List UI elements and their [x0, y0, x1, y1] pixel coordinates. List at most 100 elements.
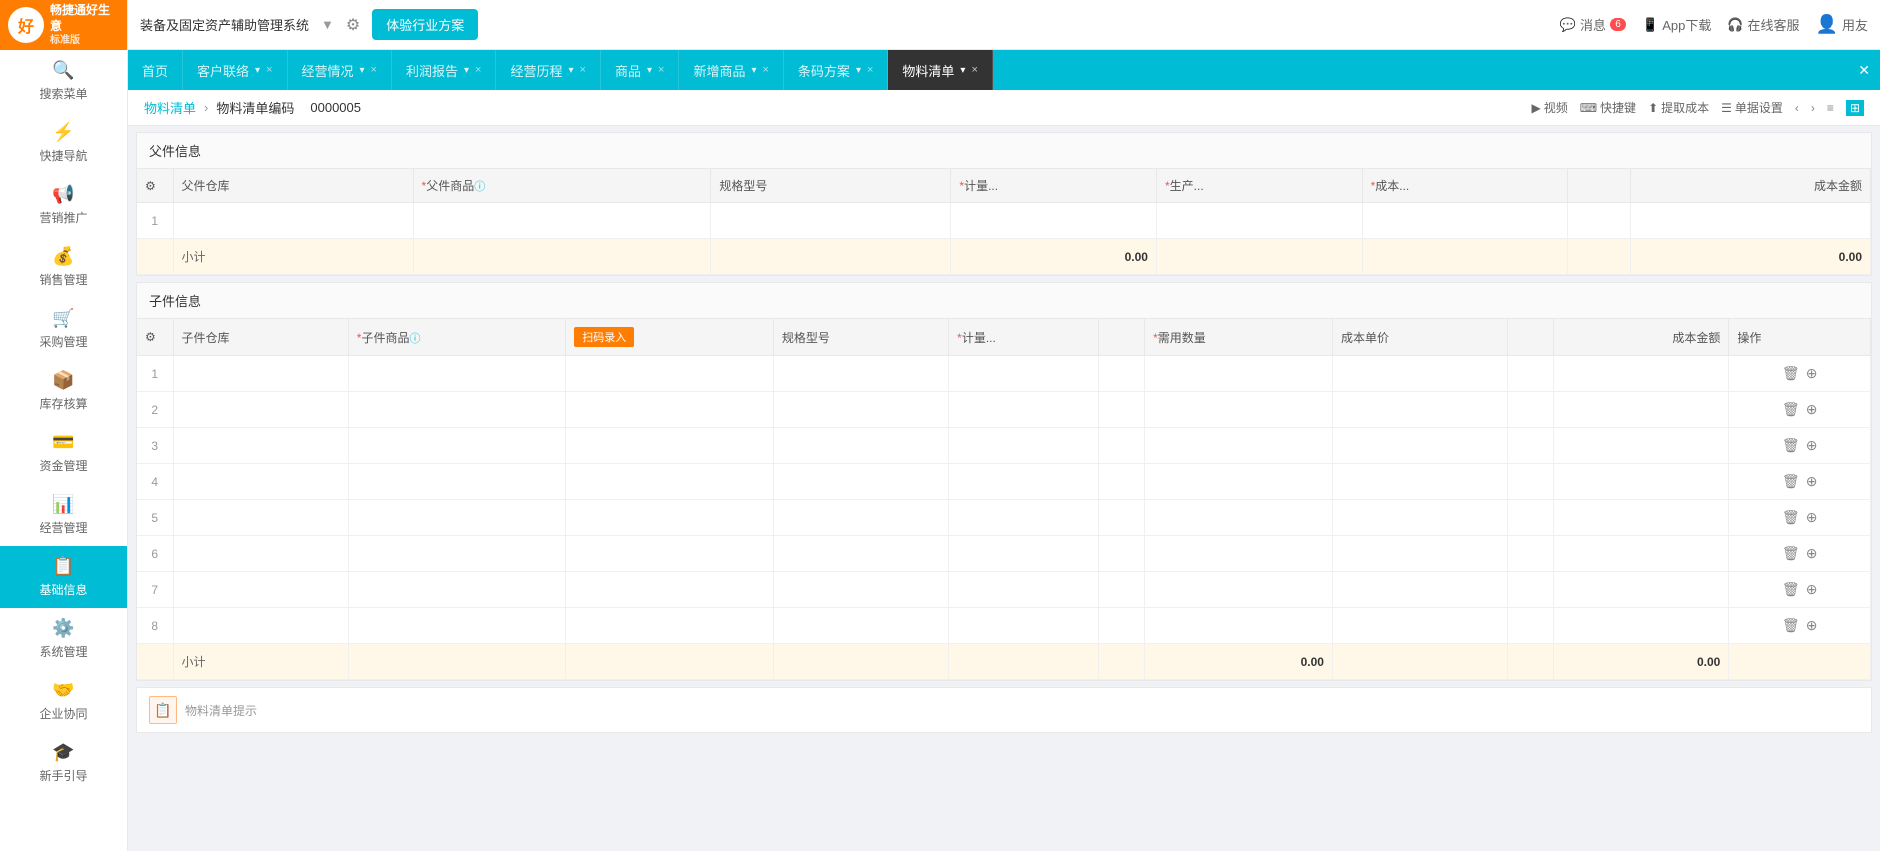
navtab-arrow-2[interactable]: ▾	[360, 65, 365, 76]
child-warehouse-1[interactable]	[173, 356, 348, 392]
child-qty-2[interactable]	[1145, 392, 1333, 428]
child-unit-8[interactable]	[949, 608, 1099, 644]
scan-button[interactable]: 扫码录入	[574, 327, 634, 347]
delete-icon-8[interactable]: 🗑	[1782, 617, 1800, 634]
navtab-5[interactable]: 商品▾×	[601, 50, 679, 90]
child-product-6[interactable]	[348, 536, 566, 572]
child-spec-1[interactable]	[773, 356, 948, 392]
child-qty-7[interactable]	[1145, 572, 1333, 608]
parent-unit-1[interactable]	[951, 203, 1157, 239]
parent-spec-1[interactable]	[711, 203, 951, 239]
navtab-close-1[interactable]: ×	[266, 64, 272, 76]
single-settings-btn[interactable]: ☰ 单据设置	[1721, 99, 1783, 116]
navtab-4[interactable]: 经营历程▾×	[496, 50, 600, 90]
navtab-close-3[interactable]: ×	[475, 64, 481, 76]
child-unit-2[interactable]	[949, 392, 1099, 428]
sidebar-item-10[interactable]: 🤝企业协同	[0, 670, 127, 732]
child-spec-3[interactable]	[773, 428, 948, 464]
child-product-7[interactable]	[348, 572, 566, 608]
close-all-tabs[interactable]: ✕	[1848, 50, 1880, 90]
navtab-close-6[interactable]: ×	[762, 64, 768, 76]
child-warehouse-7[interactable]	[173, 572, 348, 608]
child-ucost-5[interactable]	[1332, 500, 1507, 536]
navtab-1[interactable]: 客户联络▾×	[183, 50, 287, 90]
navtab-arrow-3[interactable]: ▾	[464, 65, 469, 76]
child-ucost-8[interactable]	[1332, 608, 1507, 644]
child-qty-8[interactable]	[1145, 608, 1333, 644]
breadcrumb-parent[interactable]: 物料清单	[144, 98, 196, 117]
child-product-2[interactable]	[348, 392, 566, 428]
try-button[interactable]: 体验行业方案	[372, 9, 478, 40]
navtab-arrow-7[interactable]: ▾	[856, 65, 861, 76]
child-spec-7[interactable]	[773, 572, 948, 608]
child-qty-3[interactable]	[1145, 428, 1333, 464]
child-product-4[interactable]	[348, 464, 566, 500]
navtab-close-7[interactable]: ×	[867, 64, 873, 76]
user-action[interactable]: 👤 用友	[1816, 14, 1868, 35]
child-spec-6[interactable]	[773, 536, 948, 572]
child-warehouse-2[interactable]	[173, 392, 348, 428]
navtab-2[interactable]: 经营情况▾×	[288, 50, 392, 90]
delete-icon-6[interactable]: 🗑	[1782, 545, 1800, 562]
delete-icon-4[interactable]: 🗑	[1782, 473, 1800, 490]
video-btn[interactable]: ▶ 视频	[1531, 99, 1567, 116]
sidebar-item-4[interactable]: 🛒采购管理	[0, 298, 127, 360]
delete-icon-3[interactable]: 🗑	[1782, 437, 1800, 454]
navtab-close-5[interactable]: ×	[658, 64, 664, 76]
copy-icon-6[interactable]: ⊕	[1806, 545, 1818, 562]
child-unit-4[interactable]	[949, 464, 1099, 500]
child-qty-4[interactable]	[1145, 464, 1333, 500]
child-ucost-1[interactable]	[1332, 356, 1507, 392]
sidebar-item-11[interactable]: 🎓新手引导	[0, 732, 127, 794]
th-settings[interactable]: ⚙	[137, 169, 173, 203]
copy-icon-5[interactable]: ⊕	[1806, 509, 1818, 526]
dropdown-icon[interactable]: ▼	[321, 17, 334, 32]
sidebar-item-5[interactable]: 📦库存核算	[0, 360, 127, 422]
sidebar-item-3[interactable]: 💰销售管理	[0, 236, 127, 298]
child-product-3[interactable]	[348, 428, 566, 464]
child-unit-1[interactable]	[949, 356, 1099, 392]
child-product-5[interactable]	[348, 500, 566, 536]
child-ucost-3[interactable]	[1332, 428, 1507, 464]
shortcut-btn[interactable]: ⌨ 快捷键	[1580, 99, 1636, 116]
copy-icon-1[interactable]: ⊕	[1806, 365, 1818, 382]
parent-produce-1[interactable]	[1156, 203, 1362, 239]
child-warehouse-6[interactable]	[173, 536, 348, 572]
child-spec-8[interactable]	[773, 608, 948, 644]
child-qty-1[interactable]	[1145, 356, 1333, 392]
child-unit-3[interactable]	[949, 428, 1099, 464]
child-warehouse-8[interactable]	[173, 608, 348, 644]
message-action[interactable]: 💬 消息 6	[1560, 15, 1626, 34]
parent-warehouse-1[interactable]	[173, 203, 413, 239]
child-product-8[interactable]	[348, 608, 566, 644]
sidebar-item-0[interactable]: 🔍搜索菜单	[0, 50, 127, 112]
navtab-close-8[interactable]: ×	[971, 64, 977, 76]
sidebar-item-7[interactable]: 📊经营管理	[0, 484, 127, 546]
delete-icon-7[interactable]: 🗑	[1782, 581, 1800, 598]
copy-icon-7[interactable]: ⊕	[1806, 581, 1818, 598]
child-qty-5[interactable]	[1145, 500, 1333, 536]
navtab-7[interactable]: 条码方案▾×	[784, 50, 888, 90]
delete-icon-2[interactable]: 🗑	[1782, 401, 1800, 418]
navtab-3[interactable]: 利润报告▾×	[392, 50, 496, 90]
child-qty-6[interactable]	[1145, 536, 1333, 572]
navtab-6[interactable]: 新增商品▾×	[679, 50, 783, 90]
sidebar-item-9[interactable]: ⚙️系统管理	[0, 608, 127, 670]
navtab-close-2[interactable]: ×	[371, 64, 377, 76]
child-spec-5[interactable]	[773, 500, 948, 536]
child-unit-5[interactable]	[949, 500, 1099, 536]
parent-product-1[interactable]	[413, 203, 711, 239]
child-spec-2[interactable]	[773, 392, 948, 428]
child-warehouse-5[interactable]	[173, 500, 348, 536]
child-warehouse-3[interactable]	[173, 428, 348, 464]
extract-cost-btn[interactable]: ⬆ 提取成本	[1648, 99, 1709, 116]
nav-list[interactable]: ≡	[1827, 101, 1834, 115]
bottom-icon[interactable]: 📋	[149, 696, 177, 724]
navtab-arrow-8[interactable]: ▾	[960, 65, 965, 76]
copy-icon-2[interactable]: ⊕	[1806, 401, 1818, 418]
delete-icon-1[interactable]: 🗑	[1782, 365, 1800, 382]
copy-icon-8[interactable]: ⊕	[1806, 617, 1818, 634]
app-download-action[interactable]: 📱 App下载	[1642, 15, 1711, 34]
child-ucost-6[interactable]	[1332, 536, 1507, 572]
child-th-settings[interactable]: ⚙	[137, 319, 173, 356]
